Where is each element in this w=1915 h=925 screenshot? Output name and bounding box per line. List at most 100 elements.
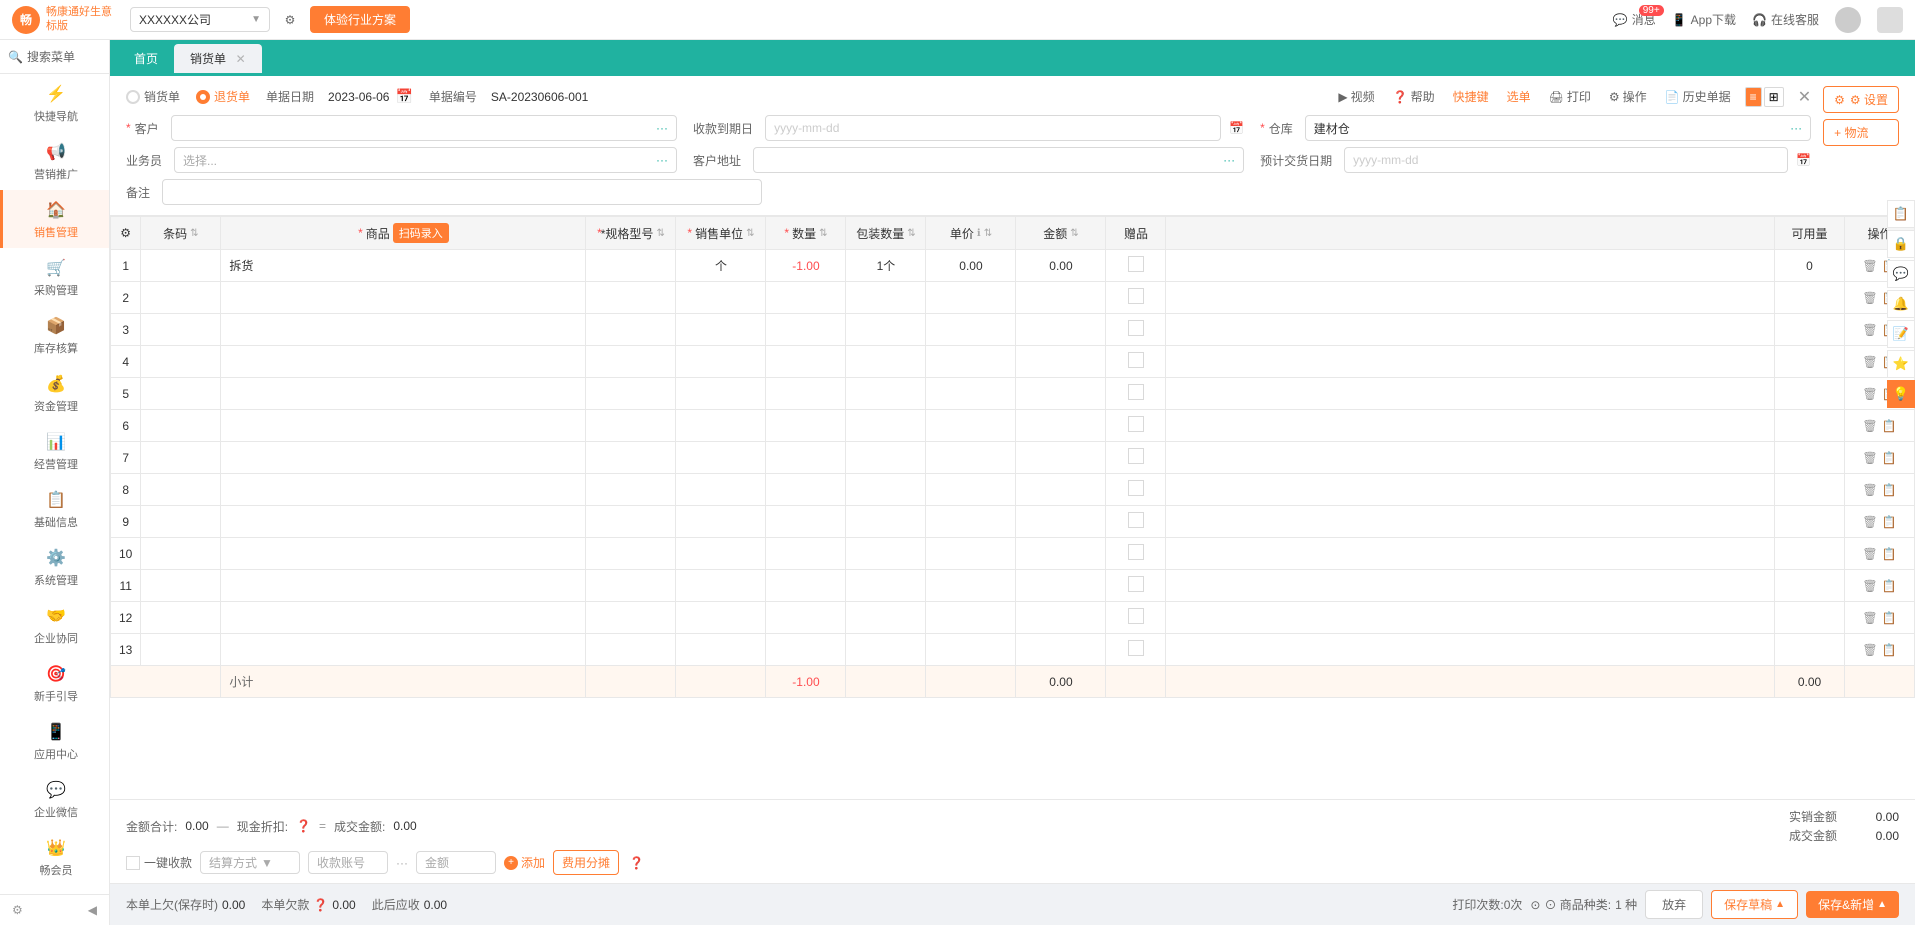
- gift-checkbox[interactable]: [1128, 544, 1144, 560]
- settings-icon[interactable]: ⚙: [278, 8, 302, 32]
- delete-icon[interactable]: 🗑: [1862, 419, 1877, 433]
- delete-icon-1[interactable]: 🗑: [1862, 259, 1877, 273]
- delete-icon[interactable]: 🗑: [1862, 515, 1877, 529]
- salesperson-dots[interactable]: ···: [656, 153, 668, 167]
- salesperson-input[interactable]: 选择... ···: [174, 147, 677, 173]
- gift-checkbox[interactable]: [1128, 576, 1144, 592]
- delete-icon[interactable]: 🗑: [1862, 387, 1877, 401]
- gift-checkbox[interactable]: [1128, 416, 1144, 432]
- delete-icon[interactable]: 🗑: [1862, 579, 1877, 593]
- help-btn[interactable]: ❓ 帮助: [1389, 86, 1439, 107]
- discount-info-icon[interactable]: ❓: [296, 819, 311, 833]
- row1-remark[interactable]: [1166, 250, 1775, 282]
- one-click-checkbox[interactable]: [126, 856, 140, 870]
- th-gear[interactable]: ⚙: [111, 217, 141, 250]
- float-btn-7[interactable]: 💡: [1887, 380, 1915, 408]
- scan-barcode-button[interactable]: 扫码录入: [393, 223, 449, 243]
- delete-icon[interactable]: 🗑: [1862, 355, 1877, 369]
- note-input[interactable]: [162, 179, 762, 205]
- copy-icon[interactable]: 📋: [1882, 547, 1897, 561]
- history-btn[interactable]: 📄 历史单据: [1661, 86, 1735, 107]
- expense-help-icon[interactable]: ❓: [629, 856, 644, 870]
- account-dots[interactable]: ···: [396, 856, 408, 870]
- gift-checkbox[interactable]: [1128, 608, 1144, 624]
- gift-checkbox[interactable]: [1128, 512, 1144, 528]
- copy-icon[interactable]: 📋: [1882, 515, 1897, 529]
- sidebar-item-member[interactable]: 👑 畅会员: [0, 828, 109, 886]
- customer-input[interactable]: ···: [171, 115, 677, 141]
- expense-allocation-button[interactable]: 费用分摊: [553, 850, 619, 875]
- view-grid-btn[interactable]: ⊞: [1764, 87, 1784, 107]
- float-btn-4[interactable]: 🔔: [1887, 290, 1915, 318]
- delete-icon[interactable]: 🗑: [1862, 547, 1877, 561]
- row1-pack[interactable]: 1个: [846, 250, 926, 282]
- delete-icon[interactable]: 🗑: [1862, 643, 1877, 657]
- sidebar-collapse-icon[interactable]: ◀: [88, 903, 97, 917]
- sort-barcode-icon[interactable]: ⇅: [190, 228, 198, 239]
- row1-spec[interactable]: [586, 250, 676, 282]
- sidebar-item-marketing[interactable]: 📢 营销推广: [0, 132, 109, 190]
- sidebar-item-sales-mgmt[interactable]: 🏠 销售管理: [0, 190, 109, 248]
- radio-return-order[interactable]: 退货单: [196, 88, 250, 105]
- warehouse-input[interactable]: 建材仓 ···: [1305, 115, 1811, 141]
- video-btn[interactable]: ▶ 视频: [1334, 86, 1378, 107]
- tab-close-icon[interactable]: ✕: [236, 52, 246, 66]
- row1-gift[interactable]: [1106, 250, 1166, 282]
- settings-button[interactable]: ⚙ ⚙ 设置: [1823, 86, 1899, 113]
- add-payment-btn[interactable]: + 添加: [504, 854, 545, 871]
- radio-sales-order[interactable]: 销货单: [126, 88, 180, 105]
- gift-checkbox[interactable]: [1128, 352, 1144, 368]
- copy-icon[interactable]: 📋: [1882, 611, 1897, 625]
- gift-checkbox[interactable]: [1128, 320, 1144, 336]
- gift-checkbox[interactable]: [1128, 384, 1144, 400]
- delete-icon[interactable]: 🗑: [1862, 611, 1877, 625]
- sidebar-item-purchase-mgmt[interactable]: 🛒 采购管理: [0, 248, 109, 306]
- gift-checkbox[interactable]: [1128, 640, 1144, 656]
- payment-date-calendar-icon[interactable]: 📅: [1229, 121, 1244, 135]
- logistics-button[interactable]: + 物流: [1823, 119, 1899, 146]
- tab-home[interactable]: 首页: [118, 44, 174, 73]
- app-download-button[interactable]: 📱 App下载: [1672, 11, 1736, 28]
- abandon-button[interactable]: 放弃: [1645, 890, 1703, 919]
- copy-icon[interactable]: 📋: [1882, 451, 1897, 465]
- user-menu-icon[interactable]: [1877, 7, 1903, 33]
- operation-btn[interactable]: ⚙ 操作: [1605, 86, 1651, 107]
- sidebar-item-enterprise[interactable]: 🤝 企业协同: [0, 596, 109, 654]
- float-btn-1[interactable]: 📋: [1887, 200, 1915, 228]
- online-support-button[interactable]: 🎧 在线客服: [1752, 11, 1819, 28]
- copy-icon[interactable]: 📋: [1882, 579, 1897, 593]
- search-menu[interactable]: 🔍 搜索菜单: [0, 40, 109, 74]
- sidebar-item-app-center[interactable]: 📱 应用中心: [0, 712, 109, 770]
- delete-icon[interactable]: 🗑: [1862, 451, 1877, 465]
- amount-input[interactable]: 金额: [416, 851, 496, 874]
- sidebar-item-ops[interactable]: 📊 经营管理: [0, 422, 109, 480]
- trial-button[interactable]: 体验行业方案: [310, 6, 410, 33]
- save-draft-button[interactable]: 保存草稿 ▲: [1711, 890, 1798, 919]
- sidebar-item-inventory[interactable]: 📦 库存核算: [0, 306, 109, 364]
- copy-icon[interactable]: 📋: [1882, 419, 1897, 433]
- sidebar-item-basic-info[interactable]: 📋 基础信息: [0, 480, 109, 538]
- shortcut-btn[interactable]: 快捷键: [1449, 86, 1493, 107]
- row1-goods[interactable]: 拆货: [221, 250, 586, 282]
- save-new-button[interactable]: 保存&新增 ▲: [1806, 891, 1899, 918]
- delivery-calendar-icon[interactable]: 📅: [1796, 153, 1811, 167]
- sort-qty-icon[interactable]: ⇅: [819, 228, 827, 239]
- one-click-payment-btn[interactable]: 一键收款: [126, 854, 192, 871]
- sidebar-item-newbie[interactable]: 🎯 新手引导: [0, 654, 109, 712]
- row1-amount[interactable]: 0.00: [1016, 250, 1106, 282]
- goods-type[interactable]: ⊙ ⊙ 商品种类: 1 种: [1530, 896, 1637, 913]
- view-list-btn[interactable]: ≡: [1745, 87, 1762, 107]
- avatar[interactable]: [1835, 7, 1861, 33]
- row1-price[interactable]: 0.00: [926, 250, 1016, 282]
- float-btn-2[interactable]: 🔒: [1887, 230, 1915, 258]
- sort-spec-icon[interactable]: ⇅: [656, 228, 664, 239]
- tab-sales-order[interactable]: 销货单 ✕: [174, 44, 262, 73]
- row1-qty[interactable]: -1.00: [766, 250, 846, 282]
- account-selector[interactable]: 收款账号: [308, 851, 388, 874]
- gift-checkbox[interactable]: [1128, 448, 1144, 464]
- copy-icon[interactable]: 📋: [1882, 643, 1897, 657]
- gift-checkbox[interactable]: [1128, 288, 1144, 304]
- company-selector[interactable]: XXXXXX公司 ▼: [130, 7, 270, 32]
- sort-amount-icon[interactable]: ⇅: [1070, 228, 1078, 239]
- customer-address-input[interactable]: ···: [753, 147, 1244, 173]
